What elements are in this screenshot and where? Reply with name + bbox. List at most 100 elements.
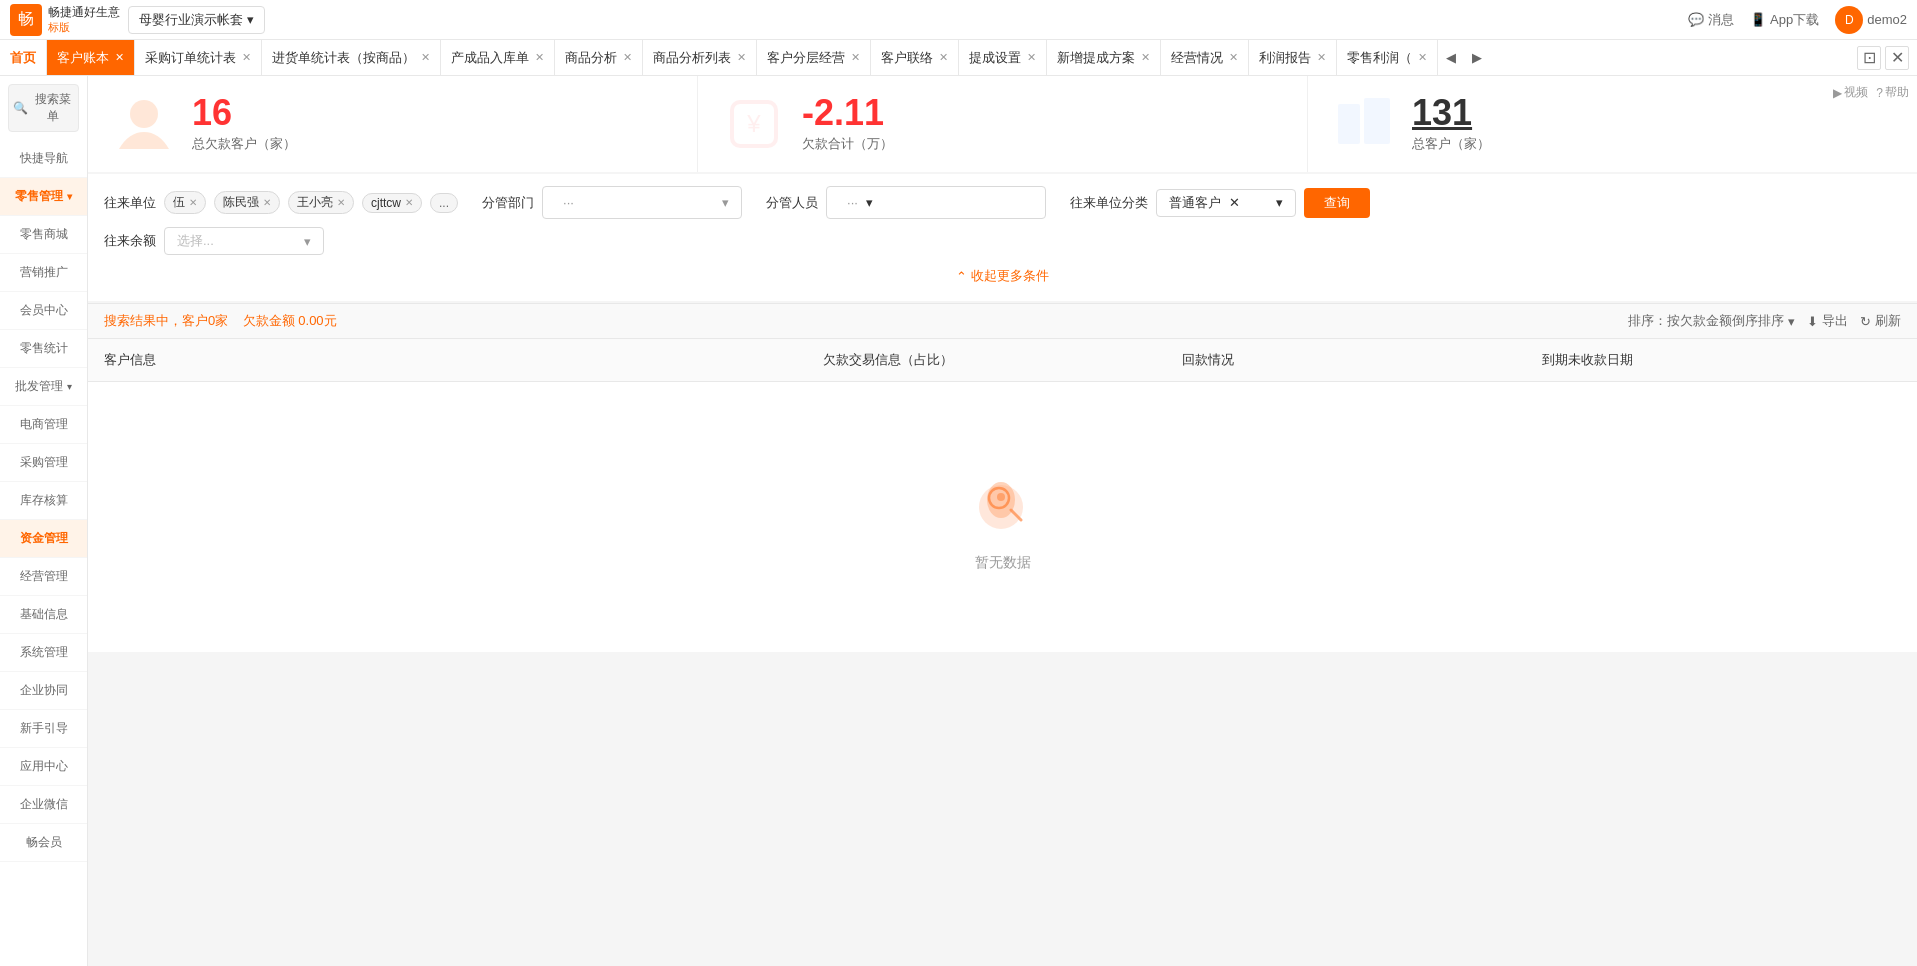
search-icon: 🔍 — [13, 101, 28, 115]
sidebar-item-app-center[interactable]: 应用中心 — [0, 748, 87, 786]
nav-action-close[interactable]: ✕ — [1885, 46, 1909, 70]
filter-dept-select[interactable]: ··· ▾ — [542, 186, 742, 219]
stat-value-total-customers: 131 — [1412, 95, 1490, 131]
tab-close-products-in[interactable]: ✕ — [535, 51, 544, 64]
sidebar-item-wholesale[interactable]: 批发管理 ▾ — [0, 368, 87, 406]
tab-customer-segment[interactable]: 客户分层经营 ✕ — [757, 40, 871, 76]
result-info: 搜索结果中，客户0家 欠款金额 0.00元 — [104, 312, 337, 330]
tab-new-improve[interactable]: 新增提成方案 ✕ — [1047, 40, 1161, 76]
tab-goods-analysis[interactable]: 商品分析 ✕ — [555, 40, 643, 76]
app-download-button[interactable]: 📱 App下载 — [1750, 11, 1819, 29]
filter-people-dots[interactable]: ··· — [843, 191, 862, 214]
tab-operations[interactable]: 经营情况 ✕ — [1161, 40, 1249, 76]
chevron-dept-icon: ▾ — [722, 195, 729, 210]
sidebar-item-enterprise[interactable]: 企业协同 — [0, 672, 87, 710]
sidebar-item-retail-stats[interactable]: 零售统计 — [0, 330, 87, 368]
tab-purchase-stats[interactable]: 进货单统计表（按商品） ✕ — [262, 40, 441, 76]
filter-tag-cjttcw[interactable]: cjttcw ✕ — [362, 193, 422, 213]
filter-balance-select[interactable]: 选择... ▾ — [164, 227, 324, 255]
stats-row: 16 总欠款客户（家） ¥ -2.11 欠款合计（万） — [88, 76, 1917, 172]
user-menu[interactable]: D demo2 — [1835, 6, 1907, 34]
stat-info-total-customers: 131 总客户（家） — [1412, 95, 1490, 153]
query-button[interactable]: 查询 — [1304, 188, 1370, 218]
filter-people-select[interactable]: ··· ▾ — [826, 186, 1046, 219]
tab-retail-profit[interactable]: 零售利润（ ✕ — [1337, 40, 1438, 76]
logo-area: 畅 畅捷通好生意 标版 — [10, 4, 120, 36]
tab-improve-settings[interactable]: 提成设置 ✕ — [959, 40, 1047, 76]
table-header: 客户信息 欠款交易信息（占比） 回款情况 到期未收款日期 — [88, 339, 1917, 382]
tab-customer-contact[interactable]: 客户联络 ✕ — [871, 40, 959, 76]
result-bar: 搜索结果中，客户0家 欠款金额 0.00元 排序：按欠款金额倒序排序 ▾ ⬇ 导… — [88, 303, 1917, 339]
tab-close-goods-analysis-list[interactable]: ✕ — [737, 51, 746, 64]
tabs-next-button[interactable]: ▶ — [1464, 40, 1490, 76]
sidebar-item-retail-shop[interactable]: 零售商城 — [0, 216, 87, 254]
sidebar-item-finance[interactable]: 资金管理 — [0, 520, 87, 558]
sidebar-item-purchase[interactable]: 采购管理 — [0, 444, 87, 482]
sidebar-item-operations-mgmt[interactable]: 经营管理 — [0, 558, 87, 596]
tab-accounts[interactable]: 客户账本 ✕ — [47, 40, 135, 76]
tab-close-purchase-stats[interactable]: ✕ — [421, 51, 430, 64]
sidebar-item-new-guide[interactable]: 新手引导 — [0, 710, 87, 748]
tab-close-retail-profit[interactable]: ✕ — [1418, 51, 1427, 64]
sidebar-item-inventory[interactable]: 库存核算 — [0, 482, 87, 520]
svg-point-7 — [997, 493, 1005, 501]
remove-tag-cjttcw[interactable]: ✕ — [405, 197, 413, 208]
sidebar-item-system[interactable]: 系统管理 — [0, 634, 87, 672]
sidebar-search-button[interactable]: 🔍 搜索菜单 — [8, 84, 79, 132]
collapse-button[interactable]: ⌃ 收起更多条件 — [956, 267, 1049, 285]
filter-balance-label: 往来余额 — [104, 232, 156, 250]
tab-close-improve-settings[interactable]: ✕ — [1027, 51, 1036, 64]
filter-dept-dots[interactable]: ··· — [559, 191, 578, 214]
collapse-row: ⌃ 收起更多条件 — [104, 263, 1901, 289]
filter-unit-label: 往来单位 — [104, 194, 156, 212]
top-bar: 畅 畅捷通好生意 标版 母婴行业演示帐套 ▾ 💬 消息 📱 App下载 D de… — [0, 0, 1917, 40]
sidebar-item-quick-nav[interactable]: 快捷导航 — [0, 140, 87, 178]
filter-unit-class-label: 往来单位分类 — [1070, 194, 1148, 212]
stat-value-overdue-customers: 16 — [192, 95, 296, 131]
sidebar-item-basic-info[interactable]: 基础信息 — [0, 596, 87, 634]
filter-tag-wang[interactable]: 王小亮 ✕ — [288, 191, 354, 214]
sidebar-item-ecommerce[interactable]: 电商管理 — [0, 406, 87, 444]
remove-tag-chen[interactable]: ✕ — [263, 197, 271, 208]
sidebar-item-member-club[interactable]: 畅会员 — [0, 824, 87, 862]
filter-tag-chen[interactable]: 陈民强 ✕ — [214, 191, 280, 214]
refresh-button[interactable]: ↻ 刷新 — [1860, 312, 1901, 330]
remove-tag-wang[interactable]: ✕ — [337, 197, 345, 208]
sidebar-item-members[interactable]: 会员中心 — [0, 292, 87, 330]
help-button[interactable]: ? 帮助 — [1876, 84, 1909, 101]
remove-tag-wu[interactable]: ✕ — [189, 197, 197, 208]
filter-unit-class-select[interactable]: 普通客户 ✕ ▾ — [1156, 189, 1296, 217]
tab-close-new-improve[interactable]: ✕ — [1141, 51, 1150, 64]
tabs-more-button[interactable]: ◀ — [1438, 40, 1464, 76]
tab-home[interactable]: 首页 — [0, 40, 47, 76]
tab-close-operations[interactable]: ✕ — [1229, 51, 1238, 64]
sidebar-item-marketing[interactable]: 营销推广 — [0, 254, 87, 292]
store-selector[interactable]: 母婴行业演示帐套 ▾ — [128, 6, 265, 34]
nav-action-restore[interactable]: ⊡ — [1857, 46, 1881, 70]
logo-text: 畅捷通好生意 标版 — [48, 5, 120, 35]
tab-close-profit-report[interactable]: ✕ — [1317, 51, 1326, 64]
tab-goods-analysis-list[interactable]: 商品分析列表 ✕ — [643, 40, 757, 76]
chevron-people-icon: ▾ — [866, 195, 873, 210]
tab-close-customer-segment[interactable]: ✕ — [851, 51, 860, 64]
filter-tag-wu[interactable]: 伍 ✕ — [164, 191, 206, 214]
export-button[interactable]: ⬇ 导出 — [1807, 312, 1848, 330]
stat-info-overdue-amount: -2.11 欠款合计（万） — [802, 95, 893, 153]
sidebar: 🔍 搜索菜单 快捷导航 零售管理 ▾ 零售商城 营销推广 会员中心 零售统计 批… — [0, 76, 88, 966]
tab-profit-report[interactable]: 利润报告 ✕ — [1249, 40, 1337, 76]
tab-close-purchase-orders[interactable]: ✕ — [242, 51, 251, 64]
video-help-button[interactable]: ▶ 视频 — [1833, 84, 1868, 101]
tab-close-goods-analysis[interactable]: ✕ — [623, 51, 632, 64]
tab-close-accounts[interactable]: ✕ — [115, 51, 124, 64]
filter-tag-more[interactable]: ... — [430, 193, 458, 213]
remove-unit-class[interactable]: ✕ — [1229, 195, 1240, 210]
sort-selector[interactable]: 排序：按欠款金额倒序排序 ▾ — [1628, 312, 1795, 330]
tab-purchase-orders[interactable]: 采购订单统计表 ✕ — [135, 40, 262, 76]
sidebar-item-retail[interactable]: 零售管理 ▾ — [0, 178, 87, 216]
message-button[interactable]: 💬 消息 — [1688, 11, 1734, 29]
message-icon: 💬 — [1688, 12, 1704, 27]
tab-products-in[interactable]: 产成品入库单 ✕ — [441, 40, 555, 76]
sidebar-item-wechat[interactable]: 企业微信 — [0, 786, 87, 824]
empty-text: 暂无数据 — [975, 554, 1031, 572]
tab-close-customer-contact[interactable]: ✕ — [939, 51, 948, 64]
